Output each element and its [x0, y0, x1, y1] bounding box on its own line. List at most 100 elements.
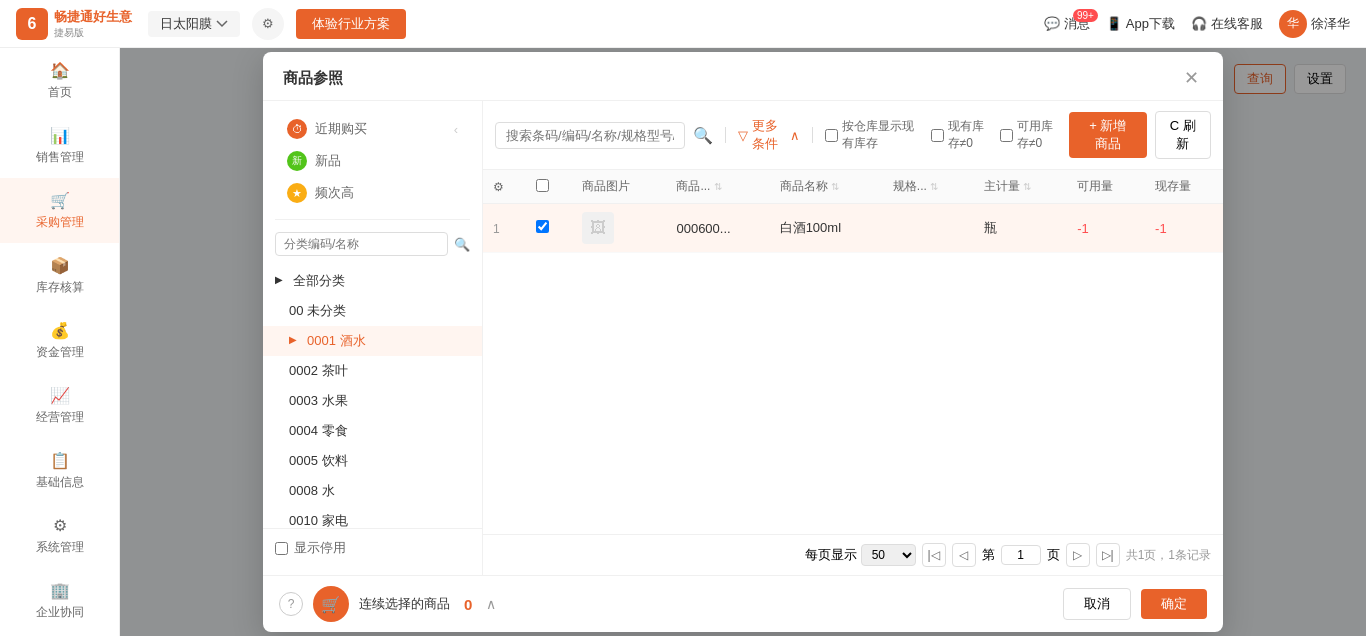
refresh-button[interactable]: C 刷新	[1155, 111, 1211, 159]
quick-item-frequent[interactable]: ★ 频次高	[275, 177, 470, 209]
col-stock: 现存量	[1145, 170, 1223, 204]
sidebar-item-home[interactable]: 🏠 首页	[0, 48, 119, 113]
col-spec[interactable]: 规格... ⇅	[883, 170, 974, 204]
checkbox-stock-input[interactable]	[931, 129, 944, 142]
product-table: ⚙ 商品图片 商品... ⇅ 商品名称 ⇅ 规格... ⇅ 主计量 ⇅ 可用量	[483, 170, 1223, 253]
sidebar-item-purchase[interactable]: 🛒 采购管理	[0, 178, 119, 243]
filter-arrow-icon: ∧	[790, 128, 800, 143]
footer-collapse-arrow[interactable]: ∧	[486, 596, 496, 612]
confirm-button[interactable]: 确定	[1141, 589, 1207, 619]
cell-name: 白酒100ml	[770, 204, 883, 253]
sidebar-item-finance[interactable]: 💰 资金管理	[0, 308, 119, 373]
tree-item-cat0004[interactable]: 0004 零食	[263, 416, 482, 446]
star-icon: ★	[287, 183, 307, 203]
sidebar-item-operation[interactable]: 📈 经营管理	[0, 373, 119, 438]
show-disabled-row: 显示停用	[263, 528, 482, 567]
category-tree: ▶ 全部分类 00 未分类 ▶ 0001 酒水 0002 茶	[263, 262, 482, 528]
row-checkbox[interactable]	[536, 220, 549, 233]
more-filter-button[interactable]: ▽ 更多条件 ∧	[738, 117, 801, 153]
purchase-icon: 🛒	[50, 190, 70, 210]
system-icon: ⚙	[50, 515, 70, 535]
per-page-select[interactable]: 50 100	[861, 544, 916, 566]
search-button[interactable]: 🔍	[693, 126, 713, 145]
table-row[interactable]: 1 🖼 000600... 白酒100ml	[483, 204, 1223, 253]
content-area: 查询 设置 商品参照 ✕	[120, 48, 1366, 636]
message-icon: 💬	[1044, 16, 1060, 31]
col-checkbox[interactable]	[526, 170, 572, 204]
cell-spec	[883, 204, 974, 253]
cell-stock: -1	[1145, 204, 1223, 253]
checkbox-available-input[interactable]	[1000, 129, 1013, 142]
select-all-checkbox[interactable]	[536, 179, 549, 192]
product-search-input[interactable]	[495, 122, 685, 149]
pagination: 每页显示 50 100 |◁ ◁ 第 页 ▷	[483, 534, 1223, 575]
last-page-button[interactable]: ▷|	[1096, 543, 1120, 567]
home-icon: 🏠	[50, 60, 70, 80]
prev-page-button[interactable]: ◁	[952, 543, 976, 567]
page-number-input[interactable]	[1001, 545, 1041, 565]
checkbox-stock-nonzero[interactable]: 现有库存≠0	[931, 118, 992, 152]
online-service-btn[interactable]: 🎧 在线客服	[1191, 15, 1263, 33]
tree-item-uncategorized[interactable]: 00 未分类	[263, 296, 482, 326]
help-button[interactable]: ?	[279, 592, 303, 616]
sidebar-item-system[interactable]: ⚙ 系统管理	[0, 503, 119, 568]
sidebar-item-enterprise[interactable]: 🏢 企业协同	[0, 568, 119, 633]
experience-button[interactable]: 体验行业方案	[296, 9, 406, 39]
separator	[725, 127, 726, 143]
chevron-down-icon	[216, 18, 228, 30]
tree-item-all[interactable]: ▶ 全部分类	[263, 266, 482, 296]
product-thumbnail: 🖼	[582, 212, 614, 244]
gear-button[interactable]: ⚙	[252, 8, 284, 40]
col-image: 商品图片	[572, 170, 667, 204]
close-button[interactable]: ✕	[1179, 66, 1203, 90]
category-search-input[interactable]	[275, 232, 448, 256]
top-navbar: 6 畅捷通好生意 捷易版 日太阳膜 ⚙ 体验行业方案 💬 消息 99+ 📱 Ap…	[0, 0, 1366, 48]
col-unit[interactable]: 主计量 ⇅	[974, 170, 1068, 204]
quick-section: ⏱ 近期购买 ‹ 新 新品 ★ 频次高	[263, 109, 482, 213]
checkbox-available-nonzero[interactable]: 可用库存≠0	[1000, 118, 1061, 152]
modal-overlay: 商品参照 ✕ ⏱ 近期购买 ‹	[120, 48, 1366, 636]
tree-item-cat0010[interactable]: 0010 家电	[263, 506, 482, 528]
logo-text: 畅捷通好生意 捷易版	[54, 8, 132, 40]
dialog-header: 商品参照 ✕	[263, 52, 1223, 101]
cart-button[interactable]: 🛒	[313, 586, 349, 622]
col-name[interactable]: 商品名称 ⇅	[770, 170, 883, 204]
tree-item-cat0005[interactable]: 0005 饮料	[263, 446, 482, 476]
product-reference-dialog: 商品参照 ✕ ⏱ 近期购买 ‹	[263, 52, 1223, 632]
total-text: 共1页，1条记录	[1126, 547, 1211, 564]
show-disabled-checkbox[interactable]	[275, 542, 288, 555]
sidebar-item-basic[interactable]: 📋 基础信息	[0, 438, 119, 503]
app-download-btn[interactable]: 📱 App下载	[1106, 15, 1175, 33]
store-dropdown[interactable]: 日太阳膜	[148, 11, 240, 37]
sidebar-item-sales[interactable]: 📊 销售管理	[0, 113, 119, 178]
tree-item-cat0001[interactable]: ▶ 0001 酒水	[263, 326, 482, 356]
cancel-button[interactable]: 取消	[1063, 588, 1131, 620]
first-page-button[interactable]: |◁	[922, 543, 946, 567]
avatar: 华	[1279, 10, 1307, 38]
divider	[275, 219, 470, 220]
col-settings[interactable]: ⚙	[483, 170, 526, 204]
add-product-button[interactable]: + 新增商品	[1069, 112, 1146, 158]
col-code[interactable]: 商品... ⇅	[666, 170, 769, 204]
category-search-icon[interactable]: 🔍	[454, 237, 470, 252]
main-layout: 🏠 首页 📊 销售管理 🛒 采购管理 📦 库存核算 💰 资金管理 📈 经营管理 …	[0, 48, 1366, 636]
message-btn[interactable]: 💬 消息 99+	[1044, 15, 1090, 33]
tree-item-cat0008[interactable]: 0008 水	[263, 476, 482, 506]
checkbox-warehouse-input[interactable]	[825, 129, 838, 142]
inventory-icon: 📦	[50, 255, 70, 275]
cell-unit: 瓶	[974, 204, 1068, 253]
tree-item-cat0003[interactable]: 0003 水果	[263, 386, 482, 416]
sidebar-item-inventory[interactable]: 📦 库存核算	[0, 243, 119, 308]
checkbox-warehouse[interactable]: 按仓库显示现有库存	[825, 118, 923, 152]
user-menu[interactable]: 华 徐泽华	[1279, 10, 1350, 38]
quick-item-recent[interactable]: ⏱ 近期购买 ‹	[275, 113, 470, 145]
quick-item-new[interactable]: 新 新品	[275, 145, 470, 177]
next-page-button[interactable]: ▷	[1066, 543, 1090, 567]
new-icon: 新	[287, 151, 307, 171]
product-table-container: ⚙ 商品图片 商品... ⇅ 商品名称 ⇅ 规格... ⇅ 主计量 ⇅ 可用量	[483, 170, 1223, 534]
cell-checkbox[interactable]	[526, 204, 572, 253]
tree-item-cat0002[interactable]: 0002 茶叶	[263, 356, 482, 386]
finance-icon: 💰	[50, 320, 70, 340]
clock-icon: ⏱	[287, 119, 307, 139]
arrow-icon-active: ▶	[289, 334, 303, 348]
